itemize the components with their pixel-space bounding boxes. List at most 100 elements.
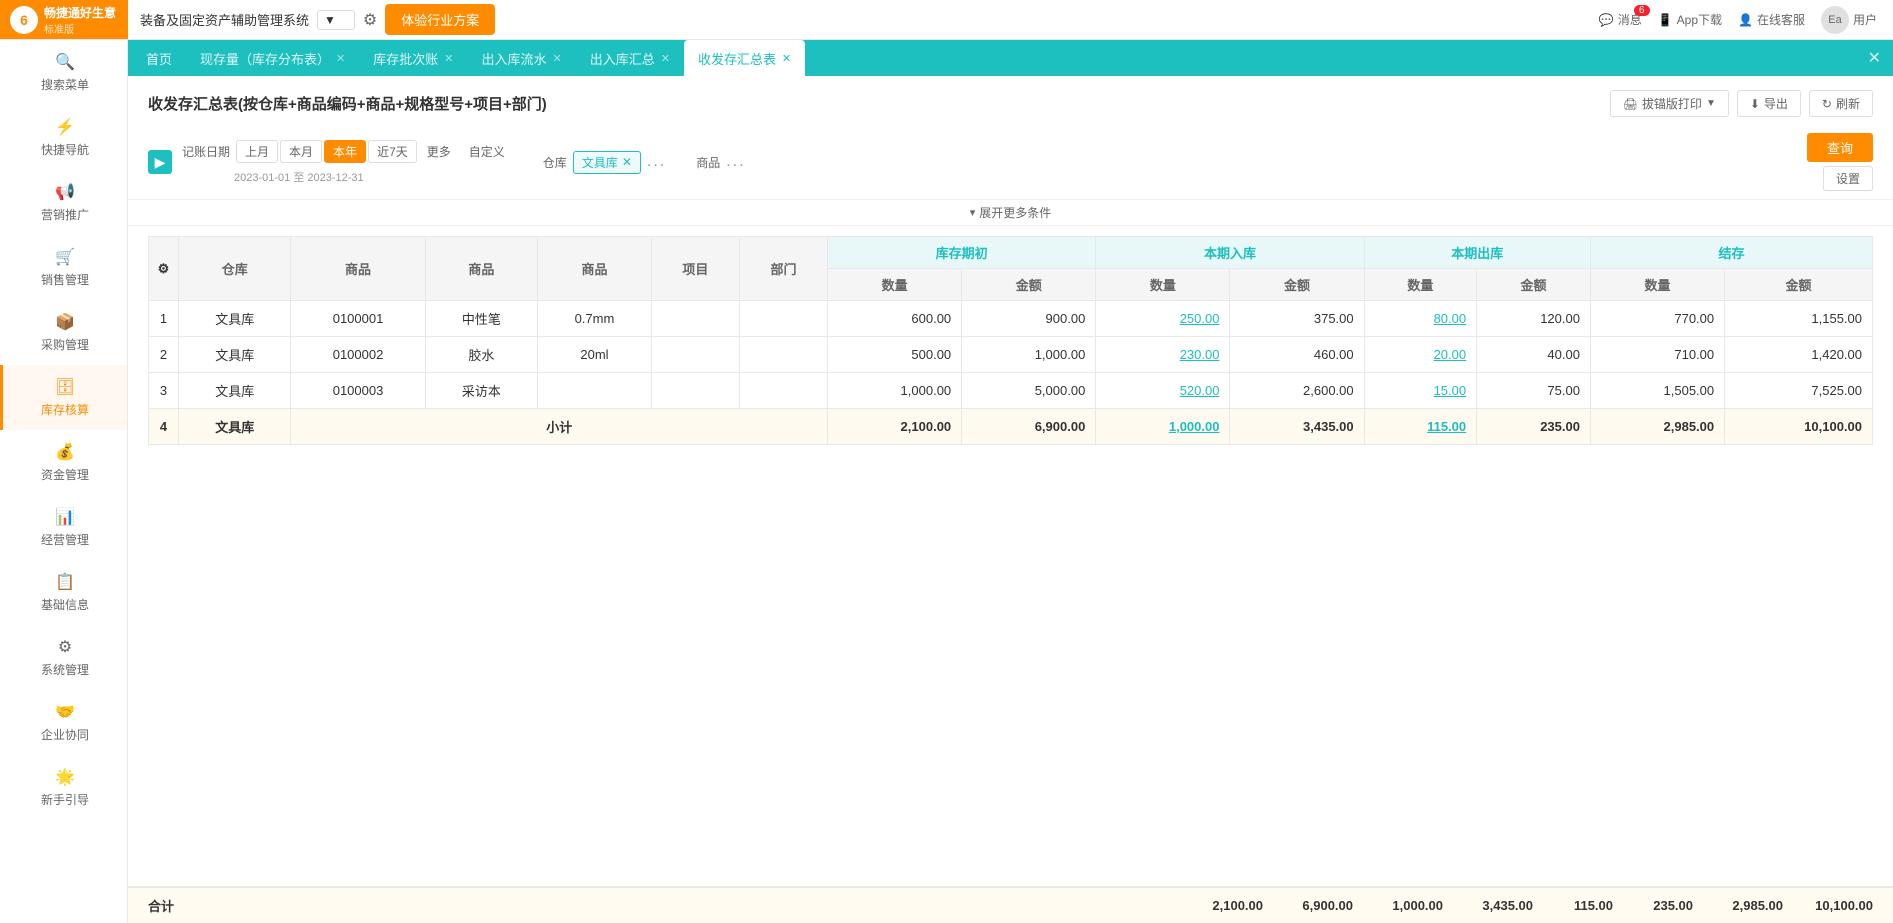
col-warehouse-header: 仓库: [179, 237, 291, 301]
date-btn-more[interactable]: 更多: [419, 141, 459, 162]
date-btn-7days[interactable]: 近7天: [368, 140, 417, 163]
subtotal-row: 4 文具库 小计 2,100.00 6,900.00 1,000.00 3,43…: [149, 409, 1873, 445]
service-icon: 👤: [1738, 13, 1753, 27]
sidebar-item-cooperation[interactable]: 🤝 企业协同: [0, 690, 127, 755]
sidebar-item-base[interactable]: 📋 基础信息: [0, 560, 127, 625]
date-btn-custom[interactable]: 自定义: [461, 141, 513, 162]
sidebar-item-label: 经营管理: [41, 531, 89, 548]
search-icon: 🔍: [55, 52, 75, 72]
chart-icon: 📊: [55, 507, 75, 527]
warehouse-ellipsis-btn[interactable]: ...: [647, 153, 666, 171]
system-select-btn[interactable]: ▼: [317, 10, 355, 30]
sidebar-item-operations[interactable]: 📊 经营管理: [0, 495, 127, 560]
warehouse-tag[interactable]: 文具库 ✕: [573, 151, 641, 174]
col-balance-qty-header: 数量: [1590, 269, 1724, 301]
sidebar-item-guide[interactable]: 🌟 新手引导: [0, 755, 127, 820]
flash-icon: ⚡: [55, 117, 75, 137]
handshake-icon: 🤝: [55, 702, 75, 722]
goods-ellipsis-btn[interactable]: ...: [726, 153, 745, 171]
col-balance-amt-header: 金额: [1725, 269, 1873, 301]
col-project-header: 项目: [651, 237, 739, 301]
cabinet-icon: 🗄: [55, 377, 75, 397]
warehouse-tag-close-icon[interactable]: ✕: [622, 155, 632, 169]
date-btn-this-month[interactable]: 本月: [280, 140, 322, 163]
col-goods-code-header: 商品: [291, 237, 425, 301]
out-qty-link-1[interactable]: 20.00: [1364, 337, 1477, 373]
data-table: ⚙ 仓库 商品 商品 商品 项目 部门 库存期初 本期入库 本期出库 结存: [148, 236, 1873, 445]
sidebar-item-label: 基础信息: [41, 596, 89, 613]
out-qty-link-0[interactable]: 80.00: [1364, 301, 1477, 337]
date-btn-last-month[interactable]: 上月: [236, 140, 278, 163]
money-icon: 💰: [55, 442, 75, 462]
app-download-btn[interactable]: 📱 App下载: [1658, 11, 1722, 28]
date-btn-this-year[interactable]: 本年: [324, 140, 366, 163]
tab-home[interactable]: 首页: [132, 40, 186, 76]
trial-button[interactable]: 体验行业方案: [385, 4, 495, 35]
sidebar-item-search[interactable]: 🔍 搜索菜单: [0, 40, 127, 105]
table-row: 3 文具库 0100003 采访本 1,000.00 5,000.00 520.…: [149, 373, 1873, 409]
logo-icon: 6: [10, 6, 38, 34]
col-department-header: 部门: [739, 237, 827, 301]
sidebar-item-label: 系统管理: [41, 661, 89, 678]
expand-conditions-btn[interactable]: ▾ 展开更多条件: [970, 204, 1052, 221]
tab-active-close-icon[interactable]: ✕: [782, 52, 791, 65]
col-goods-name-header: 商品: [425, 237, 537, 301]
col-in-amt-header: 金额: [1230, 269, 1364, 301]
phone-icon: 📱: [1658, 13, 1673, 27]
online-service-btn[interactable]: 👤 在线客服: [1738, 11, 1805, 28]
sidebar-item-inventory[interactable]: 🗄 库存核算: [0, 365, 127, 430]
in-qty-link-1[interactable]: 230.00: [1096, 337, 1230, 373]
sidebar: 🔍 搜索菜单 ⚡ 快捷导航 📢 营销推广 🛒 销售管理 📦 采购管理 🗄 库存核…: [0, 40, 128, 923]
filter-toggle-btn[interactable]: ▶: [148, 150, 172, 174]
goods-filter-label: 商品: [696, 154, 720, 171]
table-footer: 合计 2,100.00 6,900.00 1,000.00 3,435.00 1…: [128, 886, 1893, 923]
tab-stock-dist[interactable]: 现存量（库存分布表） ✕: [186, 40, 359, 76]
megaphone-icon: 📢: [55, 182, 75, 202]
query-button[interactable]: 查询: [1807, 133, 1873, 162]
sidebar-item-label: 资金管理: [41, 466, 89, 483]
tab-close-icon[interactable]: ✕: [553, 52, 562, 65]
tab-recv-send-summary[interactable]: 收发存汇总表 ✕: [684, 40, 805, 76]
user-btn[interactable]: Ea 用户: [1821, 6, 1877, 34]
tab-close-icon[interactable]: ✕: [444, 52, 453, 65]
tab-close-icon[interactable]: ✕: [336, 52, 345, 65]
tab-inout-summary[interactable]: 出入库汇总 ✕: [576, 40, 684, 76]
subtotal-in-qty-link[interactable]: 1,000.00: [1096, 409, 1230, 445]
sidebar-item-finance[interactable]: 💰 资金管理: [0, 430, 127, 495]
tab-bar-close-icon[interactable]: ✕: [1860, 48, 1889, 68]
sidebar-item-label: 库存核算: [41, 401, 89, 418]
in-qty-link-2[interactable]: 520.00: [1096, 373, 1230, 409]
message-badge: 6: [1634, 5, 1650, 16]
refresh-button[interactable]: ↻ 刷新: [1809, 90, 1873, 117]
message-btn[interactable]: 💬 消息 6: [1599, 11, 1642, 28]
settings-filter-button[interactable]: 设置: [1823, 166, 1873, 191]
col-out-header: 本期出库: [1364, 237, 1590, 269]
tab-close-icon[interactable]: ✕: [661, 52, 670, 65]
tab-batch[interactable]: 库存批次账 ✕: [359, 40, 467, 76]
tab-inout-flow[interactable]: 出入库流水 ✕: [467, 40, 575, 76]
export-button[interactable]: ⬇ 导出: [1737, 90, 1801, 117]
col-opening-header: 库存期初: [828, 237, 1096, 269]
subtotal-out-qty-link[interactable]: 115.00: [1364, 409, 1477, 445]
table-settings-icon[interactable]: ⚙: [158, 261, 170, 276]
sidebar-item-quick[interactable]: ⚡ 快捷导航: [0, 105, 127, 170]
in-qty-link-0[interactable]: 250.00: [1096, 301, 1230, 337]
sidebar-item-marketing[interactable]: 📢 营销推广: [0, 170, 127, 235]
gear-button[interactable]: ⚙: [363, 10, 377, 30]
sidebar-item-sales[interactable]: 🛒 销售管理: [0, 235, 127, 300]
sidebar-item-label: 新手引导: [41, 791, 89, 808]
logo-text: 畅捷通好生意 标准版: [44, 4, 116, 36]
col-out-amt-header: 金额: [1477, 269, 1591, 301]
sidebar-item-system[interactable]: ⚙ 系统管理: [0, 625, 127, 690]
box-icon: 📦: [55, 312, 75, 332]
sidebar-item-purchase[interactable]: 📦 采购管理: [0, 300, 127, 365]
date-label: 记账日期: [182, 143, 230, 160]
col-gear[interactable]: ⚙: [149, 237, 179, 301]
sidebar-item-label: 销售管理: [41, 271, 89, 288]
col-opening-amt-header: 金额: [962, 269, 1096, 301]
refresh-icon: ↻: [1822, 97, 1832, 111]
print-button[interactable]: 🖨 拔锚版打印 ▼: [1610, 90, 1729, 117]
sidebar-item-label: 快捷导航: [41, 141, 89, 158]
out-qty-link-2[interactable]: 15.00: [1364, 373, 1477, 409]
col-out-qty-header: 数量: [1364, 269, 1477, 301]
